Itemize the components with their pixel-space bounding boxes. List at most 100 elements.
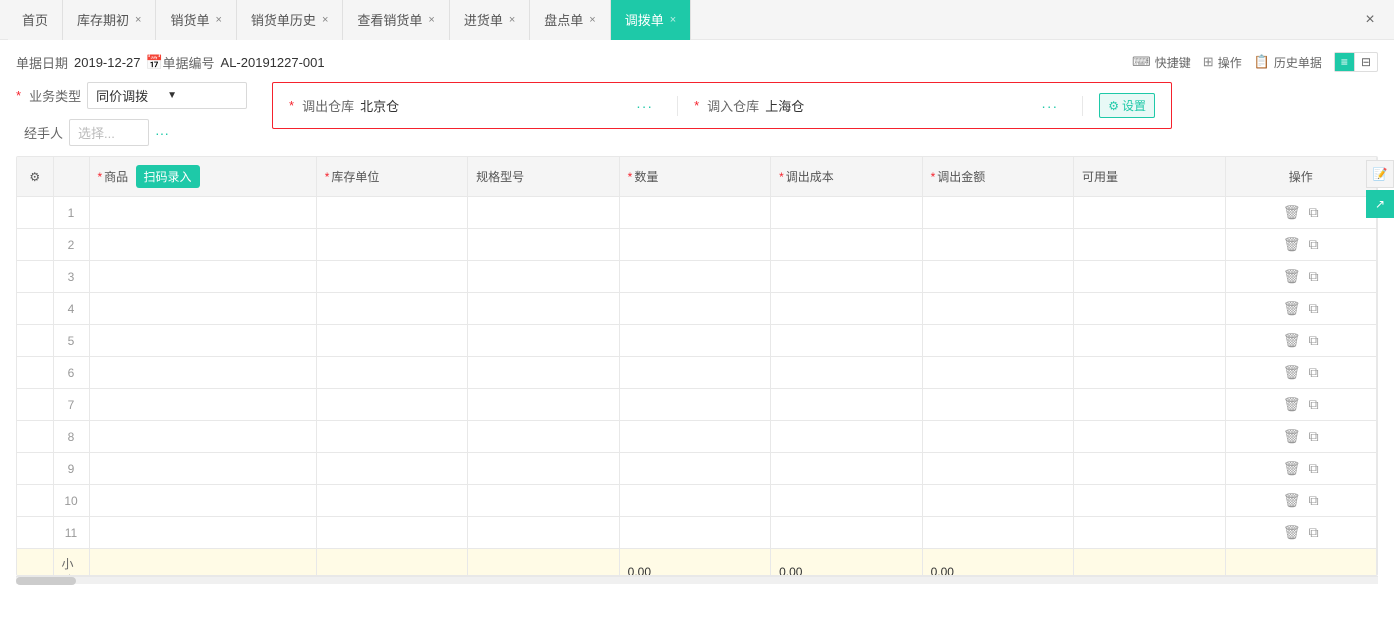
row-amount-8[interactable] xyxy=(922,421,1073,453)
row-unit-7[interactable] xyxy=(316,389,467,421)
right-panel-notes-button[interactable]: 📝 xyxy=(1366,160,1394,188)
copy-icon-6[interactable]: ⧉ xyxy=(1309,364,1319,381)
tab-sales-order[interactable]: 销货单 × xyxy=(156,0,236,40)
copy-icon-1[interactable]: ⧉ xyxy=(1309,204,1319,221)
row-unit-10[interactable] xyxy=(316,485,467,517)
row-product-9[interactable] xyxy=(89,453,316,485)
row-product-2[interactable] xyxy=(89,229,316,261)
view-grid-button[interactable]: ⊟ xyxy=(1355,53,1377,71)
row-qty-5[interactable] xyxy=(619,325,770,357)
row-unit-4[interactable] xyxy=(316,293,467,325)
delete-icon-3[interactable]: 🗑 xyxy=(1283,268,1301,285)
delete-icon-9[interactable]: 🗑 xyxy=(1283,460,1301,477)
row-qty-6[interactable] xyxy=(619,357,770,389)
row-spec-7[interactable] xyxy=(468,389,619,421)
row-available-6[interactable] xyxy=(1074,357,1225,389)
history-button[interactable]: 📋 历史单据 xyxy=(1254,54,1322,71)
tab-stocktake[interactable]: 盘点单 × xyxy=(530,0,610,40)
row-cost-6[interactable] xyxy=(771,357,922,389)
warehouse-in-more-button[interactable]: ··· xyxy=(1033,98,1066,114)
col-settings-header[interactable]: ⚙ xyxy=(17,157,53,197)
copy-icon-10[interactable]: ⧉ xyxy=(1309,492,1319,509)
tab-close-sales-history[interactable]: × xyxy=(322,14,328,26)
row-available-11[interactable] xyxy=(1074,517,1225,549)
row-spec-2[interactable] xyxy=(468,229,619,261)
row-amount-3[interactable] xyxy=(922,261,1073,293)
warehouse-out-value[interactable]: 北京仓 xyxy=(360,96,622,115)
row-unit-11[interactable] xyxy=(316,517,467,549)
row-product-4[interactable] xyxy=(89,293,316,325)
person-more-button[interactable]: ··· xyxy=(155,125,169,141)
scan-button[interactable]: 扫码录入 xyxy=(136,165,200,188)
delete-icon-10[interactable]: 🗑 xyxy=(1283,492,1301,509)
row-unit-5[interactable] xyxy=(316,325,467,357)
row-unit-1[interactable] xyxy=(316,197,467,229)
row-qty-9[interactable] xyxy=(619,453,770,485)
row-product-10[interactable] xyxy=(89,485,316,517)
row-qty-4[interactable] xyxy=(619,293,770,325)
calendar-icon[interactable]: 📅 xyxy=(147,54,163,70)
row-amount-11[interactable] xyxy=(922,517,1073,549)
row-unit-8[interactable] xyxy=(316,421,467,453)
row-spec-10[interactable] xyxy=(468,485,619,517)
row-qty-7[interactable] xyxy=(619,389,770,421)
row-qty-8[interactable] xyxy=(619,421,770,453)
tab-home[interactable]: 首页 xyxy=(8,0,63,40)
warehouse-in-value[interactable]: 上海仓 xyxy=(765,96,1027,115)
row-product-5[interactable] xyxy=(89,325,316,357)
row-spec-6[interactable] xyxy=(468,357,619,389)
tab-close-purchase[interactable]: × xyxy=(509,14,515,26)
delete-icon-8[interactable]: 🗑 xyxy=(1283,428,1301,445)
operation-button[interactable]: ⊞ 操作 xyxy=(1203,54,1242,71)
setting-button[interactable]: ⚙ 设置 xyxy=(1099,93,1155,118)
copy-icon-11[interactable]: ⧉ xyxy=(1309,524,1319,541)
row-amount-10[interactable] xyxy=(922,485,1073,517)
row-qty-2[interactable] xyxy=(619,229,770,261)
row-available-3[interactable] xyxy=(1074,261,1225,293)
row-available-8[interactable] xyxy=(1074,421,1225,453)
view-list-button[interactable]: ≡ xyxy=(1335,53,1355,71)
row-spec-3[interactable] xyxy=(468,261,619,293)
copy-icon-5[interactable]: ⧉ xyxy=(1309,332,1319,349)
tab-close-sales-order[interactable]: × xyxy=(215,14,221,26)
tab-close-inventory-init[interactable]: × xyxy=(135,14,141,26)
row-cost-11[interactable] xyxy=(771,517,922,549)
row-spec-1[interactable] xyxy=(468,197,619,229)
copy-icon-4[interactable]: ⧉ xyxy=(1309,300,1319,317)
row-cost-2[interactable] xyxy=(771,229,922,261)
row-cost-5[interactable] xyxy=(771,325,922,357)
row-amount-1[interactable] xyxy=(922,197,1073,229)
row-product-8[interactable] xyxy=(89,421,316,453)
copy-icon-7[interactable]: ⧉ xyxy=(1309,396,1319,413)
row-available-2[interactable] xyxy=(1074,229,1225,261)
row-available-1[interactable] xyxy=(1074,197,1225,229)
row-cost-10[interactable] xyxy=(771,485,922,517)
row-qty-3[interactable] xyxy=(619,261,770,293)
row-qty-11[interactable] xyxy=(619,517,770,549)
row-spec-9[interactable] xyxy=(468,453,619,485)
row-product-1[interactable] xyxy=(89,197,316,229)
row-spec-5[interactable] xyxy=(468,325,619,357)
delete-icon-4[interactable]: 🗑 xyxy=(1283,300,1301,317)
delete-icon-2[interactable]: 🗑 xyxy=(1283,236,1301,253)
row-cost-4[interactable] xyxy=(771,293,922,325)
tab-sales-history[interactable]: 销货单历史 × xyxy=(237,0,343,40)
date-value[interactable]: 2019-12-27 xyxy=(74,55,141,70)
row-product-11[interactable] xyxy=(89,517,316,549)
row-available-5[interactable] xyxy=(1074,325,1225,357)
row-amount-5[interactable] xyxy=(922,325,1073,357)
delete-icon-7[interactable]: 🗑 xyxy=(1283,396,1301,413)
scroll-thumb[interactable] xyxy=(16,577,76,585)
delete-icon-11[interactable]: 🗑 xyxy=(1283,524,1301,541)
row-product-3[interactable] xyxy=(89,261,316,293)
business-type-select[interactable]: 同价调拨 ▼ xyxy=(87,82,247,109)
row-amount-4[interactable] xyxy=(922,293,1073,325)
tab-view-sales[interactable]: 查看销货单 × xyxy=(343,0,449,40)
delete-icon-1[interactable]: 🗑 xyxy=(1283,204,1301,221)
row-unit-3[interactable] xyxy=(316,261,467,293)
row-amount-9[interactable] xyxy=(922,453,1073,485)
row-unit-9[interactable] xyxy=(316,453,467,485)
copy-icon-8[interactable]: ⧉ xyxy=(1309,428,1319,445)
row-qty-1[interactable] xyxy=(619,197,770,229)
tab-close-view-sales[interactable]: × xyxy=(428,14,434,26)
